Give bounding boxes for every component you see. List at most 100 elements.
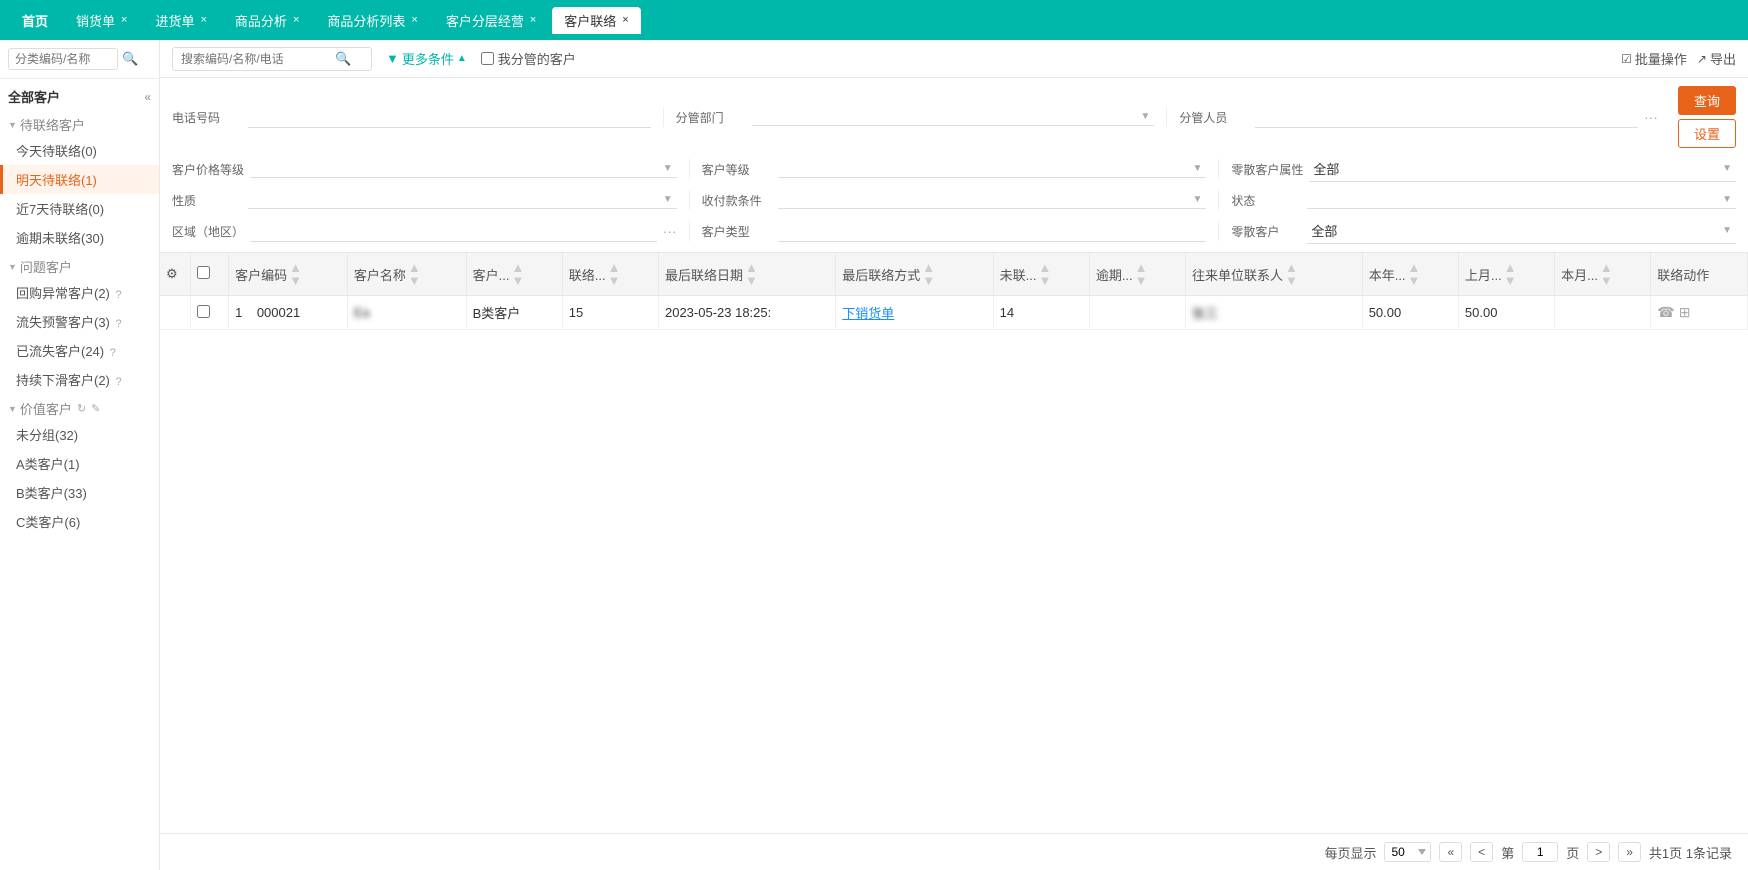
th-contact-person[interactable]: 往来单位联系人 ▲▼ bbox=[1186, 253, 1363, 296]
sort-arrows-date: ▲▼ bbox=[745, 261, 758, 287]
select-all-checkbox[interactable] bbox=[197, 266, 210, 279]
action-more-icon[interactable]: ⊞ bbox=[1679, 304, 1691, 321]
problem-group-label: 问题客户 bbox=[0, 252, 159, 278]
close-sales-order-icon[interactable]: × bbox=[121, 14, 127, 26]
row-contact-count: 15 bbox=[562, 296, 658, 330]
gender-field: 性质 ▼ bbox=[172, 191, 677, 209]
search-icon-main[interactable]: 🔍 bbox=[335, 51, 351, 67]
payment-select[interactable]: ▼ bbox=[778, 191, 1207, 209]
row-select-checkbox[interactable] bbox=[197, 305, 210, 318]
gender-select[interactable]: ▼ bbox=[248, 191, 677, 209]
export-btn[interactable]: ↗ 导出 bbox=[1697, 49, 1736, 68]
sort-arrows-last-month: ▲▼ bbox=[1504, 261, 1517, 287]
sidebar-item-overdue-pending[interactable]: 逾期未联络(30) bbox=[0, 223, 159, 252]
th-actions: 联络动作 bbox=[1651, 253, 1748, 296]
my-customers-checkbox-label[interactable]: 我分管的客户 bbox=[481, 49, 576, 68]
th-last-contact-method[interactable]: 最后联络方式 ▲▼ bbox=[836, 253, 993, 296]
action-phone-icon[interactable]: ☎ bbox=[1657, 304, 1674, 321]
all-customers-header[interactable]: 全部客户 « bbox=[0, 79, 159, 110]
sidebar-item-type-a[interactable]: A类客户(1) bbox=[0, 449, 159, 478]
row-contact-person: 张三 bbox=[1186, 296, 1363, 330]
sidebar-item-declining[interactable]: 持续下滑客户(2) ? bbox=[0, 365, 159, 394]
sort-arrows-code: ▲▼ bbox=[289, 261, 302, 287]
price-level-select[interactable]: ▼ bbox=[250, 160, 677, 178]
sort-arrows-person: ▲▼ bbox=[1285, 261, 1298, 287]
sidebar-search-icon[interactable]: 🔍 bbox=[122, 51, 138, 67]
close-customer-tier-icon[interactable]: × bbox=[530, 14, 536, 26]
gear-icon[interactable]: ⚙ bbox=[166, 266, 178, 281]
more-conditions-btn[interactable]: ▼ 更多条件 ▲ bbox=[380, 46, 473, 71]
my-customers-checkbox[interactable] bbox=[481, 52, 494, 65]
pending-group-label: 待联络客户 bbox=[0, 110, 159, 136]
sidebar-item-type-b[interactable]: B类客户(33) bbox=[0, 478, 159, 507]
nav-product-analysis[interactable]: 商品分析 × bbox=[223, 7, 311, 34]
sidebar-search-input[interactable] bbox=[8, 48, 118, 70]
area-field: 区域（地区） ··· bbox=[172, 221, 677, 242]
th-name[interactable]: 客户名称 ▲▼ bbox=[347, 253, 466, 296]
phone-input[interactable] bbox=[248, 107, 651, 128]
query-button[interactable]: 查询 bbox=[1678, 86, 1736, 115]
th-code[interactable]: 客户编码 ▲▼ bbox=[229, 253, 348, 296]
total-records: 共1页 1条记录 bbox=[1649, 843, 1732, 862]
value-group-label: 价值客户 ↻ ✎ bbox=[0, 394, 159, 420]
close-product-analysis-list-icon[interactable]: × bbox=[411, 14, 417, 26]
main-search-input[interactable] bbox=[181, 52, 331, 66]
retail-customer-select[interactable]: 全部 ▼ bbox=[1307, 218, 1736, 244]
customer-type-input[interactable] bbox=[778, 221, 1207, 242]
edit-icon-value[interactable]: ✎ bbox=[91, 402, 100, 415]
page-number-input[interactable] bbox=[1522, 842, 1558, 862]
th-last-contact-date[interactable]: 最后联络日期 ▲▼ bbox=[658, 253, 835, 296]
batch-action-btn[interactable]: ☑ 批量操作 bbox=[1621, 49, 1687, 68]
page-size-select[interactable]: 102050100 bbox=[1384, 842, 1431, 862]
sidebar-item-ungrouped[interactable]: 未分组(32) bbox=[0, 420, 159, 449]
th-last-month[interactable]: 上月... ▲▼ bbox=[1458, 253, 1554, 296]
retail-attr-select[interactable]: 全部 ▼ bbox=[1309, 156, 1736, 182]
sidebar-item-churn-warning[interactable]: 流失预警客户(3) ? bbox=[0, 307, 159, 336]
th-checkbox bbox=[190, 253, 229, 296]
nav-customer-tier[interactable]: 客户分层经营 × bbox=[434, 7, 548, 34]
nav-product-analysis-list[interactable]: 商品分析列表 × bbox=[315, 7, 429, 34]
status-select[interactable]: ▼ bbox=[1307, 191, 1736, 209]
sidebar-item-type-c[interactable]: C类客户(6) bbox=[0, 507, 159, 536]
th-this-month[interactable]: 本月... ▲▼ bbox=[1555, 253, 1651, 296]
settings-button[interactable]: 设置 bbox=[1678, 119, 1736, 148]
collapse-icon[interactable]: « bbox=[144, 90, 151, 104]
th-customer-type[interactable]: 客户... ▲▼ bbox=[466, 253, 562, 296]
dept-select[interactable]: ▼ bbox=[752, 108, 1155, 126]
search-box: 🔍 bbox=[172, 47, 372, 71]
price-level-field: 客户价格等级 ▼ bbox=[172, 160, 677, 178]
prev-page-btn[interactable]: < bbox=[1470, 842, 1493, 862]
close-product-analysis-icon[interactable]: × bbox=[293, 14, 299, 26]
close-customer-contact-icon[interactable]: × bbox=[622, 14, 628, 26]
nav-sales-order[interactable]: 销货单 × bbox=[64, 7, 139, 34]
area-input[interactable] bbox=[250, 221, 657, 242]
first-page-btn[interactable]: « bbox=[1439, 842, 1462, 862]
nav-home[interactable]: 首页 bbox=[10, 7, 60, 34]
next-page-btn[interactable]: > bbox=[1587, 842, 1610, 862]
area-dots-btn[interactable]: ··· bbox=[663, 223, 677, 239]
sidebar-item-churned[interactable]: 已流失客户(24) ? bbox=[0, 336, 159, 365]
customer-level-select[interactable]: ▼ bbox=[778, 160, 1207, 178]
th-overdue[interactable]: 逾期... ▲▼ bbox=[1089, 253, 1185, 296]
row-overdue bbox=[1089, 296, 1185, 330]
price-level-arrow: ▼ bbox=[663, 163, 673, 174]
sidebar-item-tomorrow-pending[interactable]: 明天待联络(1) bbox=[0, 165, 159, 194]
th-this-year[interactable]: 本年... ▲▼ bbox=[1362, 253, 1458, 296]
sidebar-item-7days-pending[interactable]: 近7天待联络(0) bbox=[0, 194, 159, 223]
person-dots-btn[interactable]: ··· bbox=[1644, 109, 1658, 125]
help-icon-repurchase: ? bbox=[116, 289, 122, 301]
sidebar-item-repurchase-abnormal[interactable]: 回购异常客户(2) ? bbox=[0, 278, 159, 307]
th-uncontacted[interactable]: 未联... ▲▼ bbox=[993, 253, 1089, 296]
last-page-btn[interactable]: » bbox=[1618, 842, 1641, 862]
sidebar-item-today-pending[interactable]: 今天待联络(0) bbox=[0, 136, 159, 165]
dept-select-arrow: ▼ bbox=[1140, 111, 1150, 122]
close-purchase-order-icon[interactable]: × bbox=[200, 14, 206, 26]
nav-purchase-order[interactable]: 进货单 × bbox=[143, 7, 218, 34]
person-input[interactable] bbox=[1255, 107, 1638, 128]
nav-customer-contact[interactable]: 客户联络 × bbox=[552, 7, 640, 34]
advanced-filter-panel: 电话号码 分管部门 ▼ 分管人员 ··· bbox=[160, 78, 1748, 253]
refresh-icon-value[interactable]: ↻ bbox=[77, 402, 86, 415]
phone-field: 电话号码 bbox=[172, 107, 651, 128]
th-contact-count[interactable]: 联络... ▲▼ bbox=[562, 253, 658, 296]
sort-arrows-name: ▲▼ bbox=[408, 261, 421, 287]
